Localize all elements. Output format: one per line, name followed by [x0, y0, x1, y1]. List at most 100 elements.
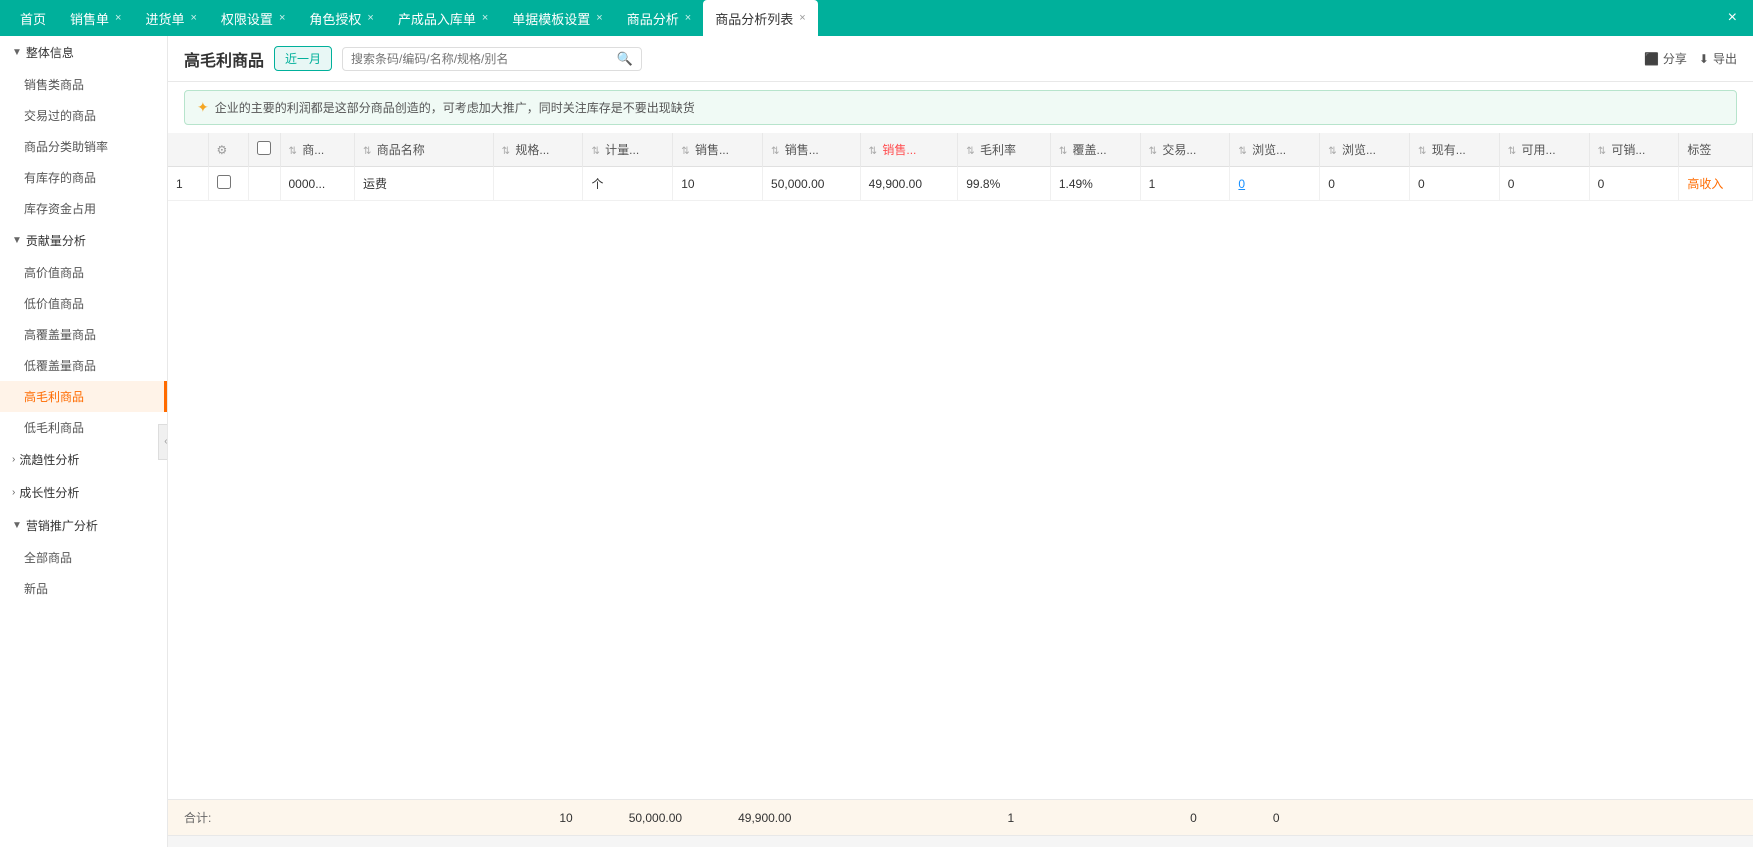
nav-home[interactable]: 首页 [8, 0, 58, 36]
search-input[interactable] [351, 52, 617, 66]
share-icon: ⬛ [1644, 52, 1659, 66]
cell-index: 1 [168, 167, 208, 201]
close-purchase-tab[interactable]: × [190, 12, 196, 24]
cell-available-stock: 0 [1499, 167, 1589, 201]
close-roles-tab[interactable]: × [367, 12, 373, 24]
cell-tag: 高收入 [1679, 167, 1753, 201]
nav-roles[interactable]: 角色授权 × [297, 0, 385, 36]
cell-code: 0000... [280, 167, 354, 201]
nav-analysis-list[interactable]: 商品分析列表 × [703, 0, 817, 36]
sidebar-item-category-rate[interactable]: 商品分类助销率 [0, 131, 167, 162]
sidebar-collapse-button[interactable]: « [158, 424, 168, 460]
table-container: ⚙ ⇅ 商... ⇅ 商品名称 [168, 133, 1753, 799]
top-nav: 首页 销售单 × 进货单 × 权限设置 × 角色授权 × 产成品入库单 × 单据… [0, 0, 1753, 36]
col-txn[interactable]: ⇅ 交易... [1140, 133, 1230, 167]
cell-txn: 1 [1140, 167, 1230, 201]
sidebar-group-marketing[interactable]: ▼ 营销推广分析 [0, 509, 167, 542]
close-template-tab[interactable]: × [596, 12, 602, 24]
main-layout: ▼ 整体信息 销售类商品 交易过的商品 商品分类助销率 有库存的商品 库存资金占… [0, 36, 1753, 847]
window-close-button[interactable]: × [1720, 9, 1745, 27]
nav-template[interactable]: 单据模板设置 × [500, 0, 614, 36]
col-tag[interactable]: 标签 [1679, 133, 1753, 167]
col-sale-amt[interactable]: ⇅ 销售... [763, 133, 861, 167]
col-index [168, 133, 208, 167]
col-current-stock[interactable]: ⇅ 现有... [1410, 133, 1500, 167]
nav-analysis[interactable]: 商品分析 × [615, 0, 703, 36]
col-sale-profit[interactable]: ⇅ 销售... [860, 133, 958, 167]
total-txn: 1 [999, 811, 1022, 825]
close-permissions-tab[interactable]: × [279, 12, 285, 24]
sidebar-item-all-goods[interactable]: 全部商品 [0, 542, 167, 573]
export-button[interactable]: ⬇ 导出 [1699, 50, 1737, 67]
col-sale-qty[interactable]: ⇅ 销售... [673, 133, 763, 167]
sidebar-item-high-coverage[interactable]: 高覆盖量商品 [0, 319, 167, 350]
sidebar-item-high-margin[interactable]: 高毛利商品 [0, 381, 167, 412]
search-icon[interactable]: 🔍 [617, 51, 633, 67]
cell-current-stock: 0 [1410, 167, 1500, 201]
nav-permissions[interactable]: 权限设置 × [209, 0, 297, 36]
cell-coverage: 1.49% [1050, 167, 1140, 201]
sidebar-item-low-margin[interactable]: 低毛利商品 [0, 412, 167, 443]
table-row: 1 0000... 运费 个 10 50,000.00 49,900.00 99… [168, 167, 1753, 201]
nav-products-in[interactable]: 产成品入库单 × [386, 0, 500, 36]
close-analysis-tab[interactable]: × [685, 12, 691, 24]
sidebar-group-trend[interactable]: › 流趋性分析 [0, 443, 167, 476]
col-code[interactable]: ⇅ 商... [280, 133, 354, 167]
sidebar-group-contribution[interactable]: ▼ 贡献量分析 [0, 224, 167, 257]
col-spec[interactable]: ⇅ 规格... [493, 133, 583, 167]
col-unit[interactable]: ⇅ 计量... [583, 133, 673, 167]
cell-sale-qty: 10 [673, 167, 763, 201]
total-sale-qty: 10 [551, 811, 580, 825]
arrow-trend: › [12, 454, 15, 465]
col-settings[interactable]: ⚙ [208, 133, 248, 167]
sidebar-item-high-value[interactable]: 高价值商品 [0, 257, 167, 288]
col-saleable-stock[interactable]: ⇅ 可销... [1589, 133, 1679, 167]
col-coverage[interactable]: ⇅ 覆盖... [1050, 133, 1140, 167]
cell-sale-profit: 49,900.00 [860, 167, 958, 201]
cell-margin-rate: 99.8% [958, 167, 1051, 201]
row-checkbox[interactable] [217, 175, 231, 189]
filter-recent-month[interactable]: 近一月 [274, 46, 332, 71]
share-button[interactable]: ⬛ 分享 [1644, 50, 1687, 67]
cell-spec [493, 167, 583, 201]
sidebar-item-sales-goods[interactable]: 销售类商品 [0, 69, 167, 100]
sidebar-item-low-coverage[interactable]: 低覆盖量商品 [0, 350, 167, 381]
page-title: 高毛利商品 [184, 47, 264, 71]
search-box: 🔍 [342, 47, 642, 71]
arrow-growth: › [12, 487, 15, 498]
info-icon: ✦ [197, 99, 209, 116]
sidebar-item-stocked-goods[interactable]: 有库存的商品 [0, 162, 167, 193]
close-products-in-tab[interactable]: × [482, 12, 488, 24]
select-all-checkbox[interactable] [257, 141, 271, 155]
col-margin-rate[interactable]: ⇅ 毛利率 [958, 133, 1051, 167]
settings-icon[interactable]: ⚙ [217, 143, 228, 157]
sidebar-item-traded-goods[interactable]: 交易过的商品 [0, 100, 167, 131]
sidebar-group-overall[interactable]: ▼ 整体信息 [0, 36, 167, 69]
sidebar-item-new-goods[interactable]: 新品 [0, 573, 167, 604]
close-analysis-list-tab[interactable]: × [799, 12, 805, 24]
col-name[interactable]: ⇅ 商品名称 [354, 133, 493, 167]
col-available-stock[interactable]: ⇅ 可用... [1499, 133, 1589, 167]
data-table: ⚙ ⇅ 商... ⇅ 商品名称 [168, 133, 1753, 201]
cell-view1[interactable]: 0 [1230, 167, 1320, 201]
scroll-bar[interactable] [168, 835, 1753, 847]
export-icon: ⬇ [1699, 52, 1709, 66]
arrow-overall: ▼ [12, 47, 22, 58]
sidebar-item-low-value[interactable]: 低价值商品 [0, 288, 167, 319]
close-sales-tab[interactable]: × [115, 12, 121, 24]
total-sale-amt: 50,000.00 [621, 811, 690, 825]
col-view2[interactable]: ⇅ 浏览... [1320, 133, 1410, 167]
nav-sales[interactable]: 销售单 × [58, 0, 133, 36]
sidebar-item-stock-capital[interactable]: 库存资金占用 [0, 193, 167, 224]
col-view1[interactable]: ⇅ 浏览... [1230, 133, 1320, 167]
cell-checkbox[interactable] [208, 167, 248, 201]
cell-saleable-stock: 0 [1589, 167, 1679, 201]
total-current: 0 [1182, 811, 1205, 825]
total-bar: 合计: 10 50,000.00 49,900.00 1 0 0 [168, 799, 1753, 835]
nav-purchase[interactable]: 进货单 × [133, 0, 208, 36]
info-banner: ✦ 企业的主要的利润都是这部分商品创造的，可考虑加大推广，同时关注库存是不要出现… [184, 90, 1737, 125]
cell-empty [248, 167, 280, 201]
total-values: 10 50,000.00 49,900.00 1 0 0 [231, 811, 1737, 825]
arrow-contribution: ▼ [12, 235, 22, 246]
sidebar-group-growth[interactable]: › 成长性分析 [0, 476, 167, 509]
